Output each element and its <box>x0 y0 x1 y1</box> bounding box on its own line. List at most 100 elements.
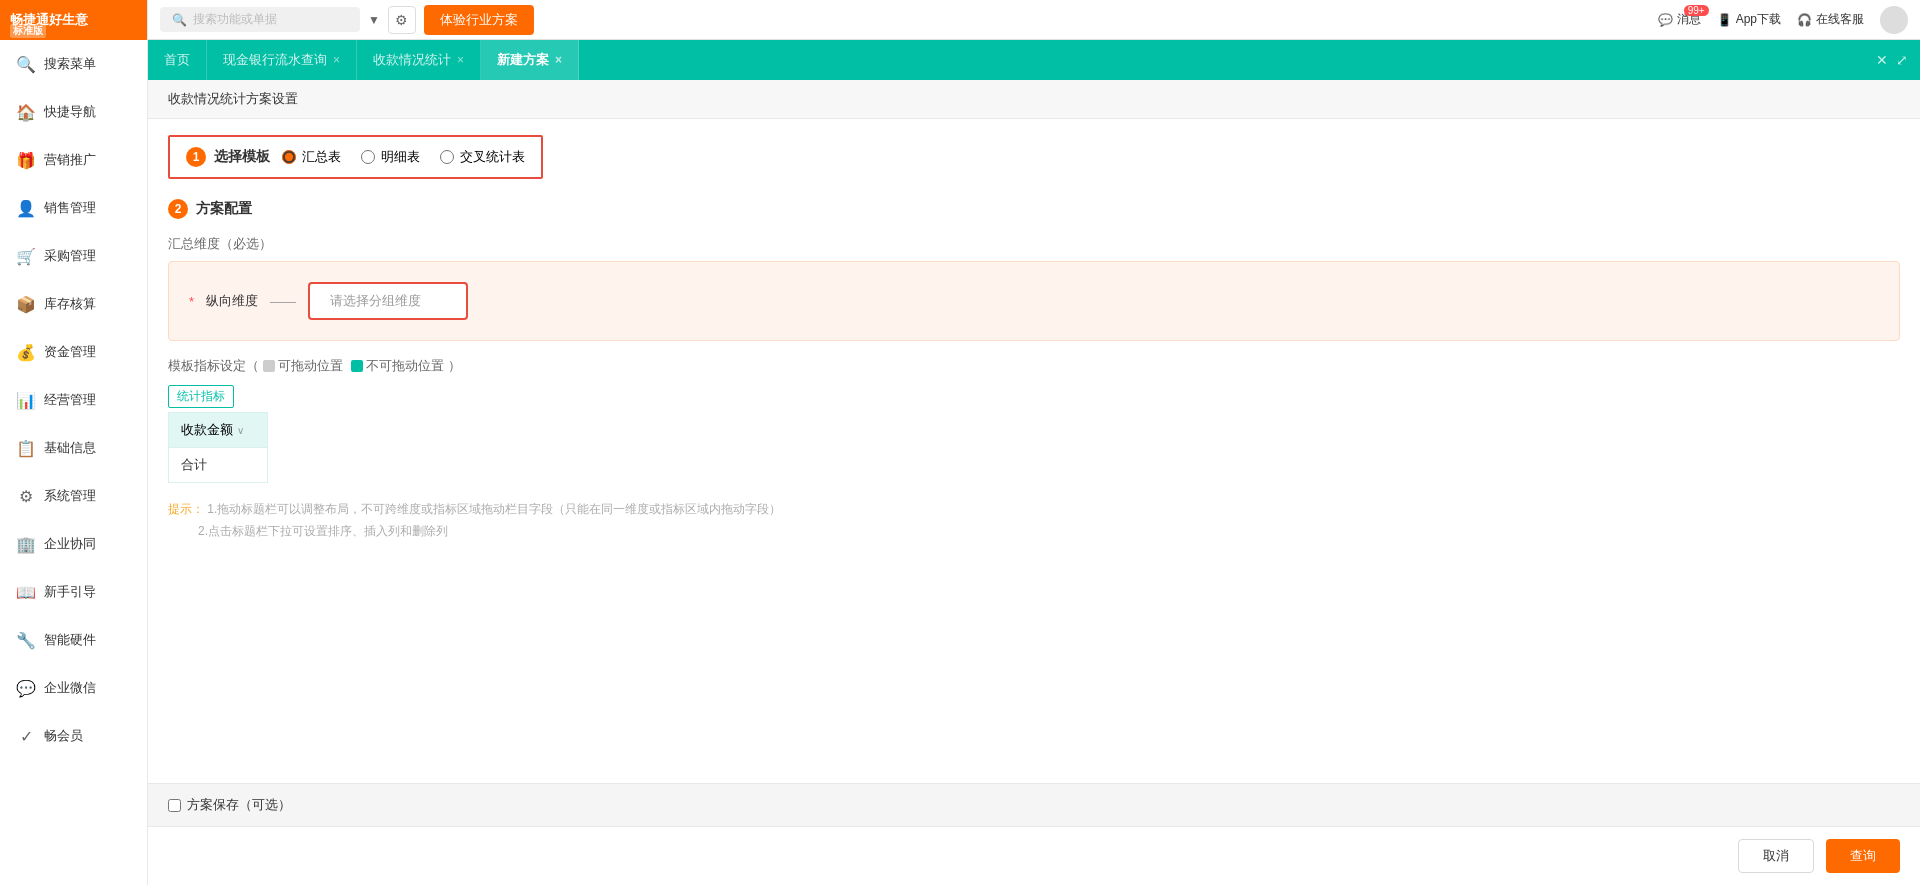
search-icon: 🔍 <box>172 13 187 27</box>
tip1-text: 1.拖动标题栏可以调整布局，不可跨维度或指标区域拖动栏目字段（只能在同一维度或指… <box>207 502 781 516</box>
tab-bank-flow[interactable]: 现金银行流水查询 × <box>207 40 357 80</box>
metrics-title-area: 模板指标设定（ 可拖动位置 不可拖动位置 ） <box>168 357 1900 375</box>
page-footer: 方案保存（可选） <box>148 783 1920 826</box>
metrics-header-text: 收款金额 <box>181 421 233 439</box>
cart-icon: 🛒 <box>16 246 36 266</box>
sidebar-item-guide[interactable]: 📖 新手引导 <box>0 568 147 616</box>
sidebar-item-purchase[interactable]: 🛒 采购管理 <box>0 232 147 280</box>
save-checkbox-label[interactable]: 方案保存（可选） <box>168 796 291 814</box>
dimension-row: * 纵向维度 —— 请选择分组维度 <box>189 282 1879 320</box>
radio-crosstab-input[interactable] <box>440 150 454 164</box>
sidebar-item-label: 系统管理 <box>44 487 96 505</box>
tab-new-plan-label: 新建方案 <box>497 51 549 69</box>
user-icon: 👤 <box>16 198 36 218</box>
sidebar-item-label: 畅会员 <box>44 727 83 745</box>
metrics-body-row: 合计 <box>168 448 268 483</box>
dimension-select[interactable]: 请选择分组维度 <box>308 282 468 320</box>
dimension-placeholder: 请选择分组维度 <box>330 293 421 308</box>
notification-badge: 99+ <box>1684 5 1709 16</box>
metrics-section: 模板指标设定（ 可拖动位置 不可拖动位置 ） <box>168 357 1900 483</box>
topbar-dropdown[interactable]: ▼ <box>368 13 380 27</box>
metrics-header-row: 收款金额 ∨ <box>168 412 268 448</box>
draggable-indicator: 可拖动位置 <box>263 357 343 375</box>
sidebar-item-search-menu[interactable]: 🔍 搜索菜单 <box>0 40 147 88</box>
template-radio-group: 汇总表 明细表 交叉统计表 <box>282 148 525 166</box>
home-icon: 🏠 <box>16 102 36 122</box>
sidebar-item-label: 采购管理 <box>44 247 96 265</box>
tab-collection-stats-close[interactable]: × <box>457 53 464 67</box>
sidebar-item-marketing[interactable]: 🎁 营销推广 <box>0 136 147 184</box>
cancel-button[interactable]: 取消 <box>1738 839 1814 873</box>
section2-header: 2 方案配置 <box>168 199 1900 219</box>
book-icon: 📖 <box>16 582 36 602</box>
sidebar-item-system[interactable]: ⚙ 系统管理 <box>0 472 147 520</box>
gear-icon: ⚙ <box>16 486 36 506</box>
sidebar-item-management[interactable]: 📊 经营管理 <box>0 376 147 424</box>
sidebar-item-hardware[interactable]: 🔧 智能硬件 <box>0 616 147 664</box>
non-draggable-icon <box>351 360 363 372</box>
tab-new-plan-close[interactable]: × <box>555 53 562 67</box>
industry-button[interactable]: 体验行业方案 <box>424 5 534 35</box>
logo-edition: 标准版 <box>10 24 46 38</box>
tab-collection-stats[interactable]: 收款情况统计 × <box>357 40 481 80</box>
save-label-text: 方案保存（可选） <box>187 796 291 814</box>
metrics-category-label: 统计指标 <box>168 385 234 408</box>
radio-detail-label: 明细表 <box>381 148 420 166</box>
page-body: 收款情况统计方案设置 1 选择模板 汇总表 <box>148 80 1920 783</box>
search-bar[interactable]: 🔍 搜索功能或单据 <box>160 7 360 32</box>
tip2-text: 2.点击标题栏下拉可设置排序、插入列和删除列 <box>198 524 448 538</box>
money-icon: 💰 <box>16 342 36 362</box>
sidebar-item-label: 搜索菜单 <box>44 55 96 73</box>
sidebar-item-sales[interactable]: 👤 销售管理 <box>0 184 147 232</box>
radio-crosstab[interactable]: 交叉统计表 <box>440 148 525 166</box>
radio-detail[interactable]: 明细表 <box>361 148 420 166</box>
sidebar-item-quick-nav[interactable]: 🏠 快捷导航 <box>0 88 147 136</box>
radio-summary-input[interactable] <box>282 150 296 164</box>
sidebar-item-basic-info[interactable]: 📋 基础信息 <box>0 424 147 472</box>
tips-area: 提示： 1.拖动标题栏可以调整布局，不可跨维度或指标区域拖动栏目字段（只能在同一… <box>168 499 1900 542</box>
query-button[interactable]: 查询 <box>1826 839 1900 873</box>
close-all-icon[interactable]: ✕ <box>1876 52 1888 68</box>
headset-icon: 🎧 <box>1797 13 1812 27</box>
sidebar-item-label: 营销推广 <box>44 151 96 169</box>
sidebar-item-wechat[interactable]: 💬 企业微信 <box>0 664 147 712</box>
settings-button[interactable]: ⚙ <box>388 6 416 34</box>
chart-icon: 📊 <box>16 390 36 410</box>
metrics-header-cell[interactable]: 收款金额 ∨ <box>168 412 268 448</box>
sidebar-item-finance[interactable]: 💰 资金管理 <box>0 328 147 376</box>
breadcrumb: 收款情况统计方案设置 <box>148 80 1920 119</box>
tab-bank-flow-close[interactable]: × <box>333 53 340 67</box>
topbar-left: 🔍 搜索功能或单据 ▼ ⚙ 体验行业方案 <box>160 5 534 35</box>
save-checkbox[interactable] <box>168 799 181 812</box>
gear-icon: ⚙ <box>395 12 408 28</box>
sidebar-item-inventory[interactable]: 📦 库存核算 <box>0 280 147 328</box>
user-avatar[interactable] <box>1880 6 1908 34</box>
sidebar-item-enterprise[interactable]: 🏢 企业协同 <box>0 520 147 568</box>
expand-icon[interactable]: ⤢ <box>1896 52 1908 68</box>
sidebar-item-label: 企业微信 <box>44 679 96 697</box>
tab-bank-flow-label: 现金银行流水查询 <box>223 51 327 69</box>
draggable-label: 可拖动位置 <box>278 357 343 375</box>
sidebar-item-label: 经营管理 <box>44 391 96 409</box>
notification-item[interactable]: 💬 消息 99+ <box>1658 11 1701 28</box>
draggable-icon <box>263 360 275 372</box>
radio-detail-input[interactable] <box>361 150 375 164</box>
section1-num: 1 <box>186 147 206 167</box>
section1: 1 选择模板 汇总表 明细表 <box>168 135 1900 179</box>
sidebar-item-member[interactable]: ✓ 畅会员 <box>0 712 147 760</box>
app-download-item[interactable]: 📱 App下载 <box>1717 11 1781 28</box>
clipboard-icon: 📋 <box>16 438 36 458</box>
tab-new-plan[interactable]: 新建方案 × <box>481 40 579 80</box>
online-service-label: 在线客服 <box>1816 11 1864 28</box>
radio-summary[interactable]: 汇总表 <box>282 148 341 166</box>
non-draggable-indicator: 不可拖动位置 <box>351 357 444 375</box>
phone-icon: 📱 <box>1717 13 1732 27</box>
radio-summary-label: 汇总表 <box>302 148 341 166</box>
online-service-item[interactable]: 🎧 在线客服 <box>1797 11 1864 28</box>
sidebar-item-label: 企业协同 <box>44 535 96 553</box>
dimension-label: 汇总维度（必选） <box>168 236 272 251</box>
sidebar-item-label: 资金管理 <box>44 343 96 361</box>
bottom-bar: 取消 查询 <box>148 826 1920 885</box>
tab-home[interactable]: 首页 <box>148 40 207 80</box>
tab-collection-stats-label: 收款情况统计 <box>373 51 451 69</box>
